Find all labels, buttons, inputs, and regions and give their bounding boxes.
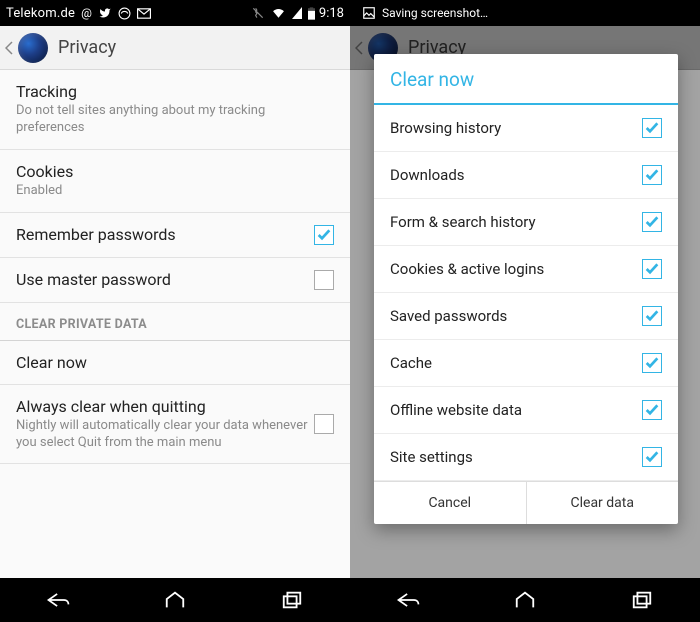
row-sublabel: Enabled: [16, 183, 334, 200]
dialog-row[interactable]: Downloads: [374, 152, 678, 199]
status-bar: Saving screenshot…: [350, 0, 700, 26]
dialog-row[interactable]: Site settings: [374, 434, 678, 481]
at-icon: @: [81, 6, 92, 20]
row-label: Use master password: [16, 270, 314, 289]
clock-label: 9:18: [319, 6, 344, 21]
image-icon: [362, 6, 376, 20]
dialog-row-label: Browsing history: [390, 119, 642, 137]
section-label: CLEAR PRIVATE DATA: [16, 317, 334, 332]
row-master-password[interactable]: Use master password: [0, 258, 350, 303]
left-screen: Telekom.de @ 9:18 Privacy Tracking Do no…: [0, 0, 350, 622]
clear-data-button[interactable]: Clear data: [526, 482, 679, 524]
dialog-row[interactable]: Browsing history: [374, 105, 678, 152]
dialog-row[interactable]: Offline website data: [374, 387, 678, 434]
dialog-title: Clear now: [374, 54, 678, 105]
row-clear-now[interactable]: Clear now: [0, 341, 350, 385]
checkbox-always-clear[interactable]: [314, 414, 334, 434]
battery-icon: [308, 7, 315, 20]
checkbox-remember-passwords[interactable]: [314, 225, 334, 245]
cancel-button[interactable]: Cancel: [374, 482, 526, 524]
section-header: CLEAR PRIVATE DATA: [0, 303, 350, 341]
row-sublabel: Do not tell sites anything about my trac…: [16, 103, 334, 137]
vibrate-icon: [251, 6, 265, 20]
dialog-row[interactable]: Form & search history: [374, 199, 678, 246]
row-label: Clear now: [16, 353, 334, 372]
status-bar: Telekom.de @ 9:18: [0, 0, 350, 26]
screenshot-saving-notification: Saving screenshot…: [362, 6, 488, 20]
dialog-row-label: Downloads: [390, 166, 642, 184]
twitter-icon: [98, 7, 112, 19]
dialog-checkbox[interactable]: [642, 118, 662, 138]
back-button[interactable]: [2, 41, 16, 55]
nav-home-button[interactable]: [117, 578, 234, 622]
row-always-clear[interactable]: Always clear when quitting Nightly will …: [0, 385, 350, 465]
row-label: Always clear when quitting: [16, 397, 314, 416]
dialog-row-label: Cache: [390, 354, 642, 372]
firefox-icon: [118, 7, 131, 20]
navigation-bar: [350, 578, 700, 622]
row-tracking[interactable]: Tracking Do not tell sites anything abou…: [0, 70, 350, 150]
app-icon: [18, 33, 48, 63]
row-label: Cookies: [16, 162, 334, 181]
dialog-row-label: Offline website data: [390, 401, 642, 419]
dialog-checkbox[interactable]: [642, 212, 662, 232]
dialog-row-label: Saved passwords: [390, 307, 642, 325]
nav-back-button[interactable]: [350, 578, 467, 622]
row-cookies[interactable]: Cookies Enabled: [0, 150, 350, 213]
dialog-checkbox[interactable]: [642, 400, 662, 420]
dialog-row[interactable]: Cookies & active logins: [374, 246, 678, 293]
row-sublabel: Nightly will automatically clear your da…: [16, 418, 314, 452]
right-screen: Saving screenshot… Privacy Clear now Bro…: [350, 0, 700, 622]
nav-back-button[interactable]: [0, 578, 117, 622]
dialog-checkbox[interactable]: [642, 259, 662, 279]
nav-recents-button[interactable]: [583, 578, 700, 622]
dialog-checkbox[interactable]: [642, 447, 662, 467]
wifi-icon: [271, 7, 286, 19]
checkbox-master-password[interactable]: [314, 270, 334, 290]
row-label: Tracking: [16, 82, 334, 101]
dialog-checkbox[interactable]: [642, 165, 662, 185]
settings-list: Tracking Do not tell sites anything abou…: [0, 70, 350, 578]
dialog-checkbox[interactable]: [642, 353, 662, 373]
carrier-label: Telekom.de: [6, 6, 75, 21]
navigation-bar: [0, 578, 350, 622]
mail-icon: [137, 8, 151, 19]
app-header: Privacy: [0, 26, 350, 70]
nav-recents-button[interactable]: [233, 578, 350, 622]
nav-home-button[interactable]: [467, 578, 584, 622]
page-title: Privacy: [58, 37, 116, 58]
saving-label: Saving screenshot…: [382, 6, 488, 20]
row-label: Remember passwords: [16, 225, 314, 244]
row-remember-passwords[interactable]: Remember passwords: [0, 213, 350, 258]
dialog-row[interactable]: Saved passwords: [374, 293, 678, 340]
dialog-row[interactable]: Cache: [374, 340, 678, 387]
dialog-checkbox[interactable]: [642, 306, 662, 326]
signal-icon: [292, 7, 302, 19]
dialog-row-label: Form & search history: [390, 213, 642, 231]
dialog-row-label: Site settings: [390, 448, 642, 466]
clear-now-dialog: Clear now Browsing history Downloads Form …: [374, 54, 678, 524]
dialog-items: Browsing history Downloads Form & search h…: [374, 105, 678, 481]
dialog-row-label: Cookies & active logins: [390, 260, 642, 278]
dialog-buttons: Cancel Clear data: [374, 481, 678, 524]
